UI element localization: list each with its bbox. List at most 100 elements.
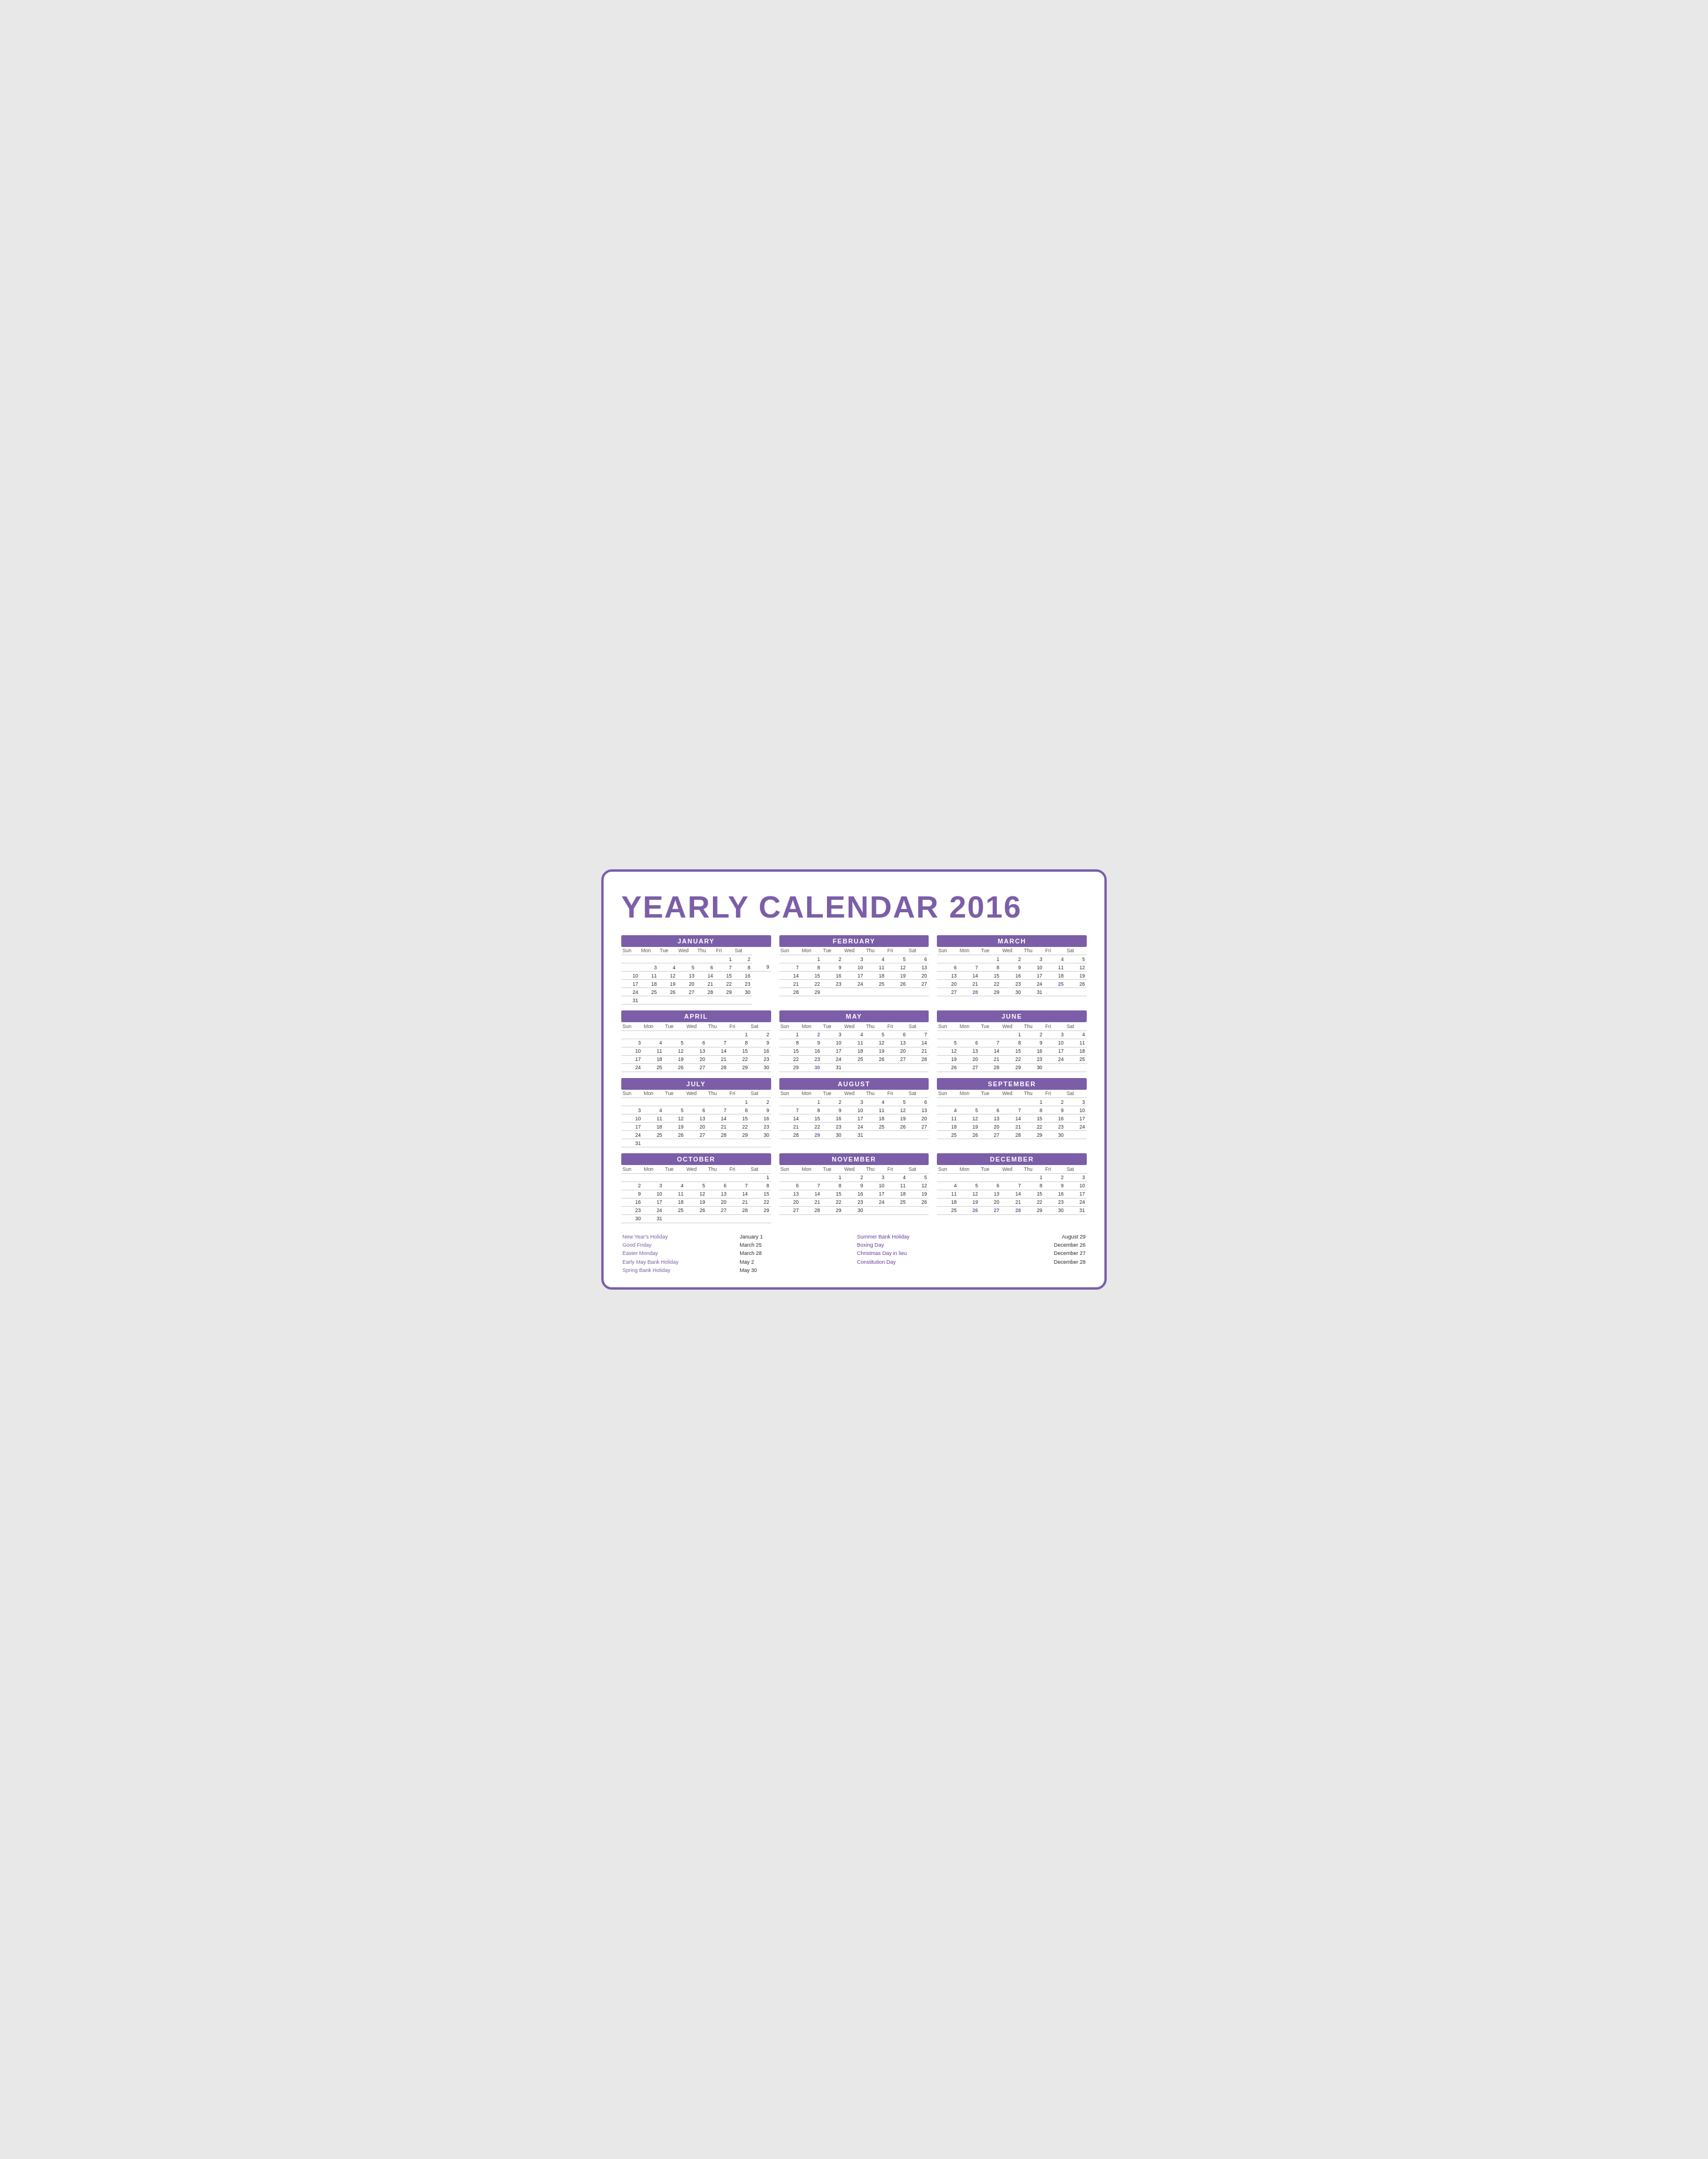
- holiday-label: Early May Bank Holiday: [622, 1258, 734, 1266]
- date-cell: [907, 1063, 929, 1072]
- date-cell: 30: [822, 1131, 843, 1139]
- date-cell: 13: [980, 1190, 1001, 1198]
- month-table-november: SunMonTueWedThuFriSat1234567891011121314…: [779, 1165, 929, 1215]
- date-cell: 22: [980, 980, 1001, 988]
- date-cell: 23: [749, 1123, 771, 1131]
- date-cell: 28: [907, 1055, 929, 1063]
- date-cell: 2: [1001, 955, 1023, 963]
- holiday-date-right: December 27: [974, 1249, 1086, 1257]
- date-cell: [728, 1173, 749, 1181]
- date-cell: 20: [685, 1055, 707, 1063]
- date-cell: 1: [980, 955, 1001, 963]
- date-cell: 1: [749, 1173, 771, 1181]
- date-cell: [779, 1098, 801, 1106]
- date-cell: 15: [801, 1114, 822, 1123]
- date-cell: 8: [749, 1181, 771, 1190]
- date-cell: 4: [642, 1106, 664, 1114]
- date-cell: 21: [779, 980, 801, 988]
- date-cell: [886, 1206, 907, 1214]
- date-cell: [664, 1173, 685, 1181]
- date-cell: 26: [664, 1131, 685, 1139]
- date-cell: 22: [801, 1123, 822, 1131]
- date-cell: [685, 1139, 707, 1147]
- day-label: Fri: [715, 947, 734, 955]
- date-cell: 29: [779, 1063, 801, 1072]
- date-cell: 16: [749, 1114, 771, 1123]
- holiday-date-right: December 26: [974, 1241, 1086, 1249]
- day-label: Thu: [865, 1165, 886, 1173]
- date-cell: 9: [621, 1190, 642, 1198]
- date-cell: 27: [677, 988, 696, 996]
- date-cell: 7: [707, 1106, 728, 1114]
- date-cell: 20: [677, 980, 696, 988]
- date-cell: [959, 1173, 980, 1181]
- date-cell: 23: [1023, 1055, 1044, 1063]
- date-cell: 2: [1044, 1173, 1065, 1181]
- date-cell: [715, 996, 734, 1005]
- date-cell: 29: [980, 988, 1001, 996]
- date-cell: 27: [685, 1063, 707, 1072]
- month-header-july: JULY: [621, 1078, 771, 1090]
- date-cell: 24: [621, 1063, 642, 1072]
- date-cell: 22: [749, 1198, 771, 1206]
- day-label: Sun: [621, 1022, 642, 1030]
- date-cell: 4: [1066, 1030, 1087, 1039]
- month-table-august: SunMonTueWedThuFriSat1234567891011121314…: [779, 1090, 929, 1140]
- date-cell: [1066, 1063, 1087, 1072]
- date-cell: 6: [959, 1039, 980, 1047]
- date-cell: [664, 1030, 685, 1039]
- date-cell: 30: [749, 1063, 771, 1072]
- date-cell: 9: [1044, 1106, 1065, 1114]
- date-cell: 30: [843, 1206, 865, 1214]
- date-cell: 10: [843, 963, 865, 972]
- date-cell: 26: [959, 1131, 980, 1139]
- date-cell: 21: [707, 1055, 728, 1063]
- day-label: Tue: [664, 1165, 685, 1173]
- date-cell: 5: [937, 1039, 958, 1047]
- date-cell: 18: [642, 1055, 664, 1063]
- date-cell: 19: [959, 1198, 980, 1206]
- date-cell: 17: [621, 1055, 642, 1063]
- date-cell: 14: [707, 1047, 728, 1055]
- date-cell: [685, 1098, 707, 1106]
- date-cell: 3: [843, 955, 865, 963]
- date-cell: 10: [642, 1190, 664, 1198]
- date-cell: 3: [642, 1181, 664, 1190]
- day-label: Sun: [621, 1165, 642, 1173]
- date-cell: 18: [886, 1190, 907, 1198]
- day-label: Wed: [677, 947, 696, 955]
- date-cell: 6: [980, 1181, 1001, 1190]
- date-cell: [886, 1131, 907, 1139]
- date-cell: [865, 988, 886, 996]
- day-label: Sun: [621, 1090, 642, 1098]
- day-label: Sat: [749, 1090, 771, 1098]
- month-header-april: APRIL: [621, 1010, 771, 1022]
- date-cell: 6: [707, 1181, 728, 1190]
- date-cell: 28: [959, 988, 980, 996]
- date-cell: [659, 955, 678, 963]
- date-cell: 7: [779, 1106, 801, 1114]
- month-header-march: MARCH: [937, 935, 1087, 947]
- date-cell: [707, 1214, 728, 1223]
- day-label: Wed: [843, 1022, 865, 1030]
- date-cell: [664, 1098, 685, 1106]
- date-cell: 14: [959, 972, 980, 980]
- date-cell: 27: [980, 1206, 1001, 1214]
- day-label: Mon: [959, 1165, 980, 1173]
- date-cell: 4: [1044, 955, 1065, 963]
- date-cell: 14: [779, 972, 801, 980]
- date-cell: 23: [843, 1198, 865, 1206]
- date-cell: 14: [728, 1190, 749, 1198]
- holiday-date: March 28: [740, 1249, 852, 1257]
- date-cell: [728, 1139, 749, 1147]
- date-cell: 13: [980, 1114, 1001, 1123]
- title-year: 2016: [949, 890, 1022, 924]
- day-label: Mon: [642, 1090, 664, 1098]
- day-label: Mon: [959, 1090, 980, 1098]
- date-cell: 25: [865, 1123, 886, 1131]
- day-label: Tue: [980, 1165, 1001, 1173]
- date-cell: 20: [685, 1123, 707, 1131]
- date-cell: [664, 1214, 685, 1223]
- date-cell: 12: [1066, 963, 1087, 972]
- month-table-october: SunMonTueWedThuFriSat1234567891011121314…: [621, 1165, 771, 1223]
